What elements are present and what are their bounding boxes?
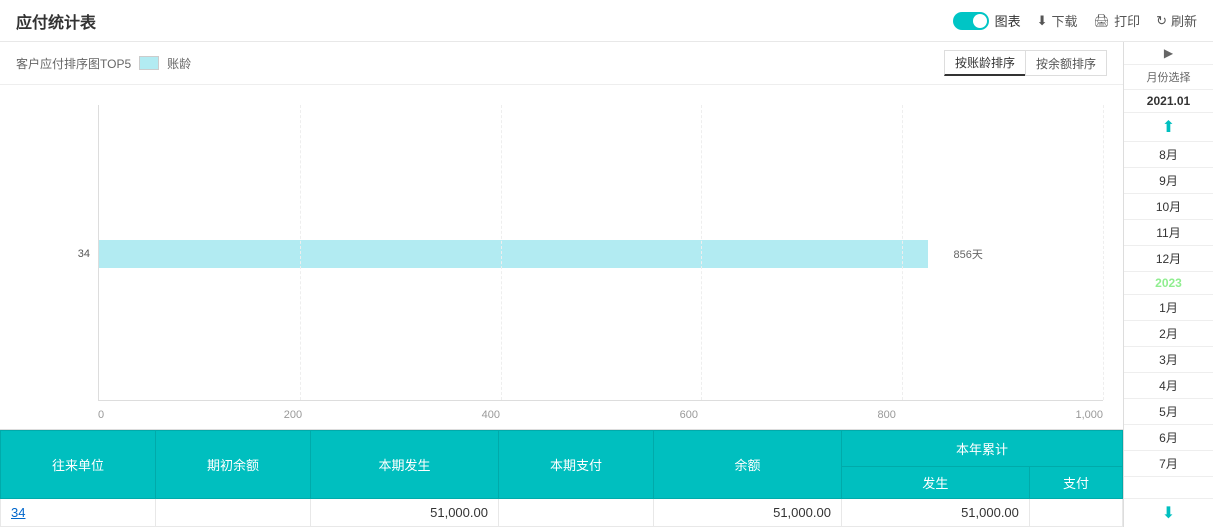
col-sub-header-pay: 支付 bbox=[1029, 467, 1122, 499]
col-sub-header-occur: 发生 bbox=[841, 467, 1029, 499]
x-axis-200: 200 bbox=[284, 409, 302, 421]
bar-label: 34 bbox=[60, 248, 90, 260]
sidebar-month-5[interactable]: 5月 bbox=[1124, 399, 1213, 425]
refresh-icon: ↻ bbox=[1156, 13, 1167, 29]
cell-balance: 51,000.00 bbox=[653, 499, 841, 527]
legend-box bbox=[139, 56, 159, 70]
chart-legend: 客户应付排序图TOP5 账龄 bbox=[16, 55, 191, 72]
chart-area: 34 856天 0 200 400 600 800 1,0 bbox=[0, 85, 1123, 429]
chart-label: 图表 bbox=[995, 11, 1021, 30]
grid-line-2 bbox=[501, 105, 502, 400]
sidebar-month-11[interactable]: 11月 bbox=[1124, 220, 1213, 246]
legend-box-label: 账龄 bbox=[167, 55, 191, 72]
sidebar-month-12[interactable]: 12月 bbox=[1124, 246, 1213, 272]
print-button[interactable]: 🖨 打印 bbox=[1094, 11, 1141, 30]
cell-opening bbox=[156, 499, 311, 527]
download-icon: ⬇ bbox=[1037, 13, 1048, 29]
sidebar-month-6[interactable]: 6月 bbox=[1124, 425, 1213, 451]
sort-by-amount-button[interactable]: 按账龄排序 bbox=[944, 50, 1025, 76]
sidebar-month-4[interactable]: 4月 bbox=[1124, 373, 1213, 399]
grid-line-5 bbox=[1103, 105, 1104, 400]
cell-current-occur: 51,000.00 bbox=[311, 499, 499, 527]
cell-ytd-occur: 51,000.00 bbox=[841, 499, 1029, 527]
x-axis-400: 400 bbox=[482, 409, 500, 421]
col-header-ytd: 本年累计 bbox=[841, 431, 1122, 467]
sidebar-year-2023: 2023 bbox=[1124, 272, 1213, 295]
chart-grid bbox=[98, 105, 1103, 401]
sidebar-month-8[interactable]: 8月 bbox=[1124, 142, 1213, 168]
sort-by-balance-button[interactable]: 按余额排序 bbox=[1025, 50, 1107, 76]
col-header-balance: 余额 bbox=[653, 431, 841, 499]
sidebar-title: 月份选择 bbox=[1124, 65, 1213, 90]
sidebar-expand-button[interactable]: ▶ bbox=[1124, 42, 1213, 65]
print-icon: 🖨 bbox=[1094, 13, 1111, 29]
data-table: 往来单位 期初余额 本期发生 本期支付 余额 本年累计 发生 支付 bbox=[0, 430, 1123, 527]
sidebar-month-1[interactable]: 1月 bbox=[1124, 295, 1213, 321]
legend-text: 客户应付排序图TOP5 bbox=[16, 55, 131, 72]
col-header-current-occur: 本期发生 bbox=[311, 431, 499, 499]
page-title: 应付统计表 bbox=[16, 9, 96, 33]
col-header-opening: 期初余额 bbox=[156, 431, 311, 499]
cell-ytd-pay bbox=[1029, 499, 1122, 527]
download-label: 下载 bbox=[1052, 11, 1078, 30]
sidebar-year: 2021.01 bbox=[1124, 90, 1213, 113]
cell-unit: 34 bbox=[1, 499, 156, 527]
sidebar-up-button[interactable]: ⬆ bbox=[1124, 113, 1213, 142]
table-header-row: 往来单位 期初余额 本期发生 本期支付 余额 本年累计 bbox=[1, 431, 1123, 467]
sidebar-month-7[interactable]: 7月 bbox=[1124, 451, 1213, 477]
chart-toolbar: 客户应付排序图TOP5 账龄 按账龄排序 按余额排序 bbox=[0, 42, 1123, 85]
col-header-unit: 往来单位 bbox=[1, 431, 156, 499]
sidebar-month-10[interactable]: 10月 bbox=[1124, 194, 1213, 220]
download-button[interactable]: ⬇ 下载 bbox=[1037, 11, 1078, 30]
x-axis: 0 200 400 600 800 1,000 bbox=[98, 409, 1103, 421]
sidebar-down-button[interactable]: ⬇ bbox=[1124, 498, 1213, 527]
x-axis-600: 600 bbox=[680, 409, 698, 421]
sidebar-month-3[interactable]: 3月 bbox=[1124, 347, 1213, 373]
unit-link[interactable]: 34 bbox=[11, 505, 25, 520]
right-sidebar: ▶ 月份选择 2021.01 ⬆ 8月 9月 10月 11月 12月 2023 … bbox=[1123, 42, 1213, 527]
grid-line-3 bbox=[701, 105, 702, 400]
sidebar-month-9[interactable]: 9月 bbox=[1124, 168, 1213, 194]
refresh-button[interactable]: ↻ 刷新 bbox=[1156, 11, 1197, 30]
table-section: 往来单位 期初余额 本期发生 本期支付 余额 本年累计 发生 支付 bbox=[0, 429, 1123, 527]
refresh-label: 刷新 bbox=[1171, 11, 1197, 30]
table-row: 34 51,000.00 51,000.00 51,000.00 bbox=[1, 499, 1123, 527]
grid-line-4 bbox=[902, 105, 903, 400]
x-axis-1000: 1,000 bbox=[1075, 409, 1103, 421]
x-axis-0: 0 bbox=[98, 409, 104, 421]
header-actions: 图表 ⬇ 下载 🖨 打印 ↻ 刷新 bbox=[953, 11, 1197, 30]
chart-toggle[interactable] bbox=[953, 12, 989, 30]
grid-line-1 bbox=[300, 105, 301, 400]
sort-buttons: 按账龄排序 按余额排序 bbox=[944, 50, 1107, 76]
print-label: 打印 bbox=[1114, 11, 1140, 30]
chart-toggle-group: 图表 bbox=[953, 11, 1021, 30]
cell-current-pay bbox=[498, 499, 653, 527]
sidebar-month-2[interactable]: 2月 bbox=[1124, 321, 1213, 347]
col-header-current-pay: 本期支付 bbox=[498, 431, 653, 499]
x-axis-800: 800 bbox=[878, 409, 896, 421]
